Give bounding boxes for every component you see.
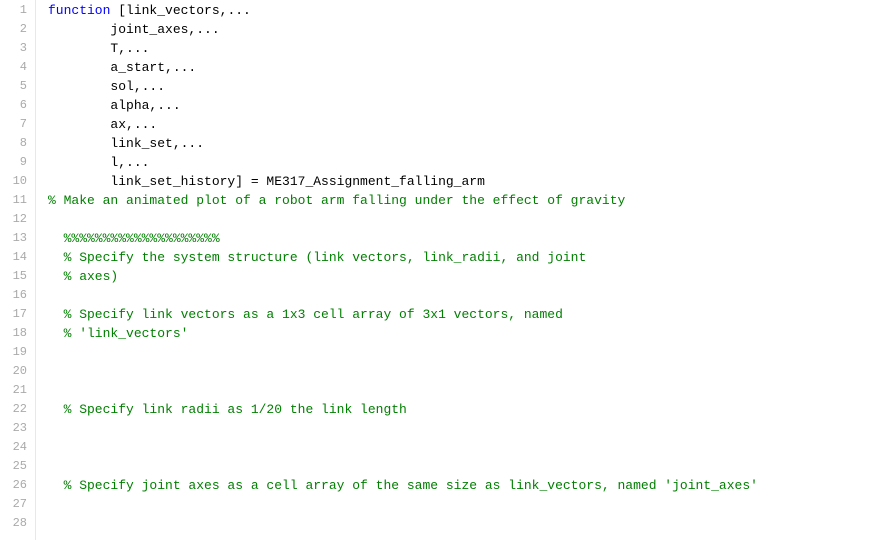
- code-line: % axes): [48, 267, 873, 286]
- line-number: 11: [0, 191, 27, 210]
- code-line: %%%%%%%%%%%%%%%%%%%%: [48, 229, 873, 248]
- line-number: 3: [0, 39, 27, 58]
- code-line: T,...: [48, 39, 873, 58]
- line-number: 6: [0, 96, 27, 115]
- line-number: 21: [0, 381, 27, 400]
- code-line: sol,...: [48, 77, 873, 96]
- code-line: [48, 381, 873, 400]
- code-line: alpha,...: [48, 96, 873, 115]
- code-line: link_set_history] = ME317_Assignment_fal…: [48, 172, 873, 191]
- code-line: % Specify joint axes as a cell array of …: [48, 476, 873, 495]
- code-token: link_set,...: [48, 136, 204, 151]
- code-line: [48, 495, 873, 514]
- line-number: 25: [0, 457, 27, 476]
- code-token: link_set_history] = ME317_Assignment_fal…: [48, 174, 485, 189]
- line-number: 22: [0, 400, 27, 419]
- code-line: a_start,...: [48, 58, 873, 77]
- line-number: 14: [0, 248, 27, 267]
- code-line: l,...: [48, 153, 873, 172]
- code-line: [48, 457, 873, 476]
- code-token: % Make an animated plot of a robot arm f…: [48, 193, 625, 208]
- code-content[interactable]: function [link_vectors,... joint_axes,..…: [36, 0, 873, 540]
- line-number: 4: [0, 58, 27, 77]
- code-token: %%%%%%%%%%%%%%%%%%%%: [48, 231, 220, 246]
- code-token: % Specify the system structure (link vec…: [48, 250, 586, 265]
- line-number: 16: [0, 286, 27, 305]
- code-line: [48, 343, 873, 362]
- code-line: link_set,...: [48, 134, 873, 153]
- code-token: a_start,...: [48, 60, 196, 75]
- code-token: sol,...: [48, 79, 165, 94]
- code-line: % Specify the system structure (link vec…: [48, 248, 873, 267]
- code-line: % Specify link vectors as a 1x3 cell arr…: [48, 305, 873, 324]
- code-line: % 'link_vectors': [48, 324, 873, 343]
- line-number: 13: [0, 229, 27, 248]
- line-number: 17: [0, 305, 27, 324]
- code-editor: 1234567891011121314151617181920212223242…: [0, 0, 873, 540]
- line-number: 2: [0, 20, 27, 39]
- code-token: function: [48, 3, 110, 18]
- code-token: % 'link_vectors': [48, 326, 188, 341]
- code-token: [link_vectors,...: [110, 3, 250, 18]
- line-number: 20: [0, 362, 27, 381]
- code-line: [48, 438, 873, 457]
- code-line: [48, 419, 873, 438]
- code-line: % Make an animated plot of a robot arm f…: [48, 191, 873, 210]
- code-token: alpha,...: [48, 98, 181, 113]
- line-number: 12: [0, 210, 27, 229]
- line-number-column: 1234567891011121314151617181920212223242…: [0, 0, 36, 540]
- code-line: [48, 362, 873, 381]
- code-token: % Specify link radii as 1/20 the link le…: [48, 402, 407, 417]
- line-number: 28: [0, 514, 27, 533]
- line-number: 10: [0, 172, 27, 191]
- line-number: 5: [0, 77, 27, 96]
- line-number: 26: [0, 476, 27, 495]
- code-line: ax,...: [48, 115, 873, 134]
- code-line: [48, 286, 873, 305]
- code-token: % Specify joint axes as a cell array of …: [48, 478, 758, 493]
- code-line: function [link_vectors,...: [48, 1, 873, 20]
- code-token: joint_axes,...: [48, 22, 220, 37]
- line-number: 7: [0, 115, 27, 134]
- line-number: 8: [0, 134, 27, 153]
- line-number: 19: [0, 343, 27, 362]
- line-number: 24: [0, 438, 27, 457]
- code-line: % Specify link radii as 1/20 the link le…: [48, 400, 873, 419]
- code-token: l,...: [48, 155, 149, 170]
- code-line: [48, 210, 873, 229]
- line-number: 1: [0, 1, 27, 20]
- line-number: 9: [0, 153, 27, 172]
- code-token: ax,...: [48, 117, 157, 132]
- line-number: 27: [0, 495, 27, 514]
- code-token: T,...: [48, 41, 149, 56]
- line-number: 23: [0, 419, 27, 438]
- line-number: 18: [0, 324, 27, 343]
- code-line: joint_axes,...: [48, 20, 873, 39]
- code-line: [48, 514, 873, 533]
- code-token: % Specify link vectors as a 1x3 cell arr…: [48, 307, 563, 322]
- code-token: % axes): [48, 269, 118, 284]
- line-number: 15: [0, 267, 27, 286]
